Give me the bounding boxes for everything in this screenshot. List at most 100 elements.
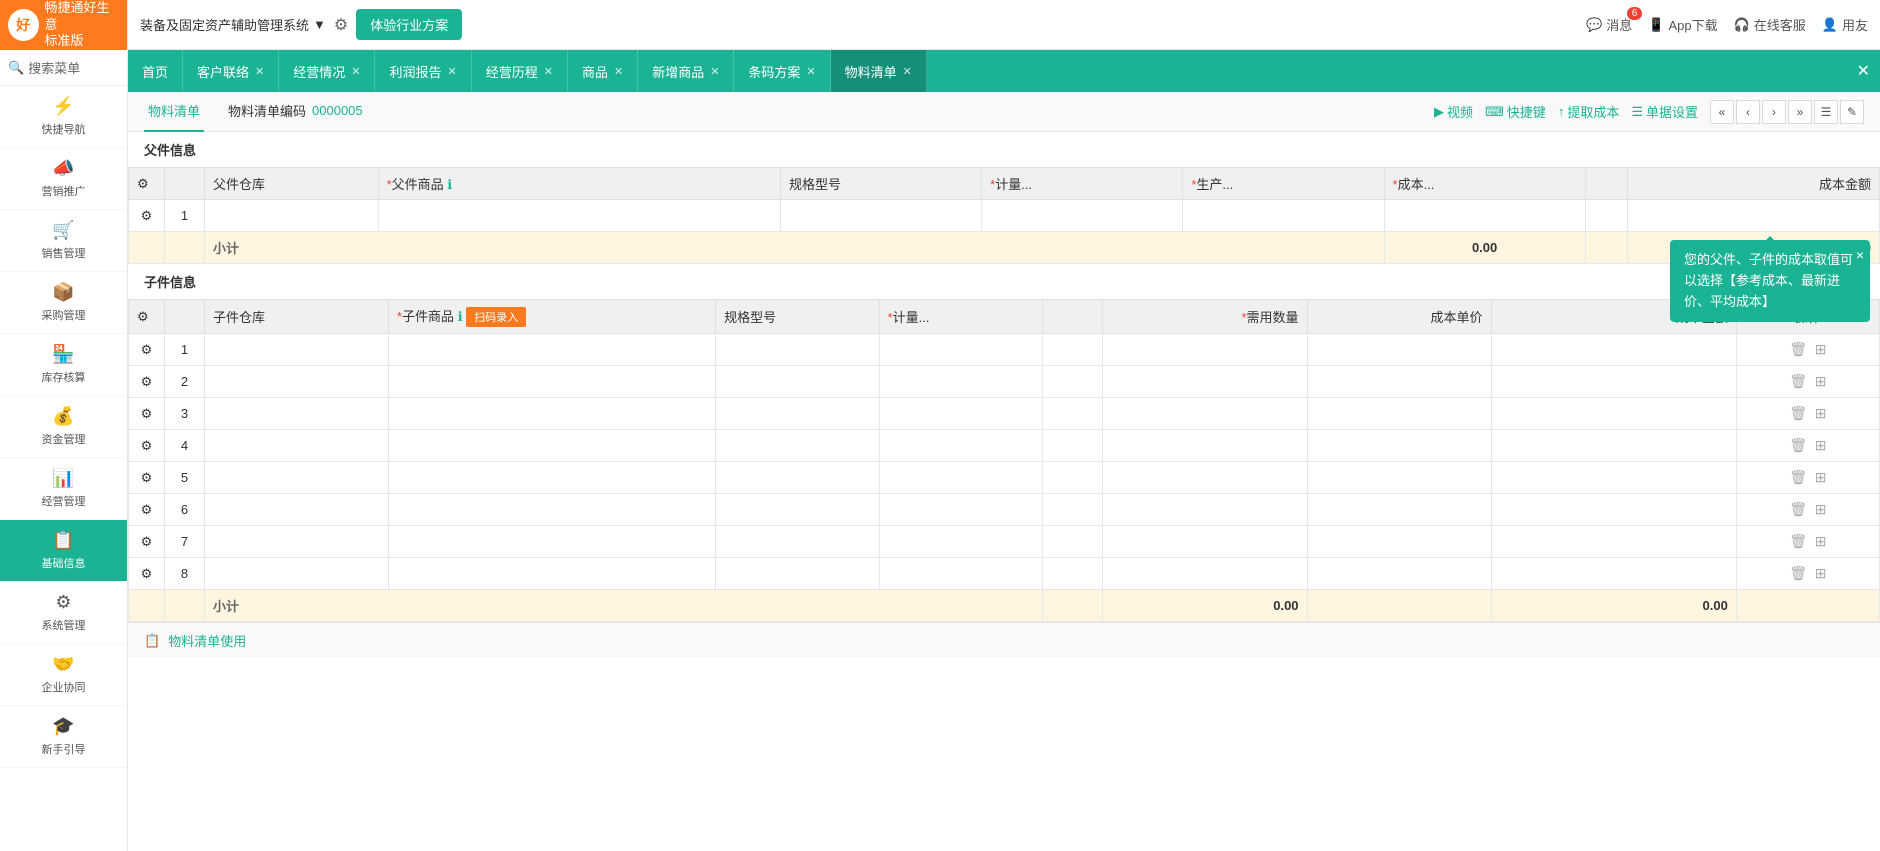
child-cell-qty-6[interactable] bbox=[1103, 494, 1307, 526]
delete-icon-7[interactable]: 🗑 bbox=[1789, 533, 1807, 549]
tab-close-icon[interactable]: ✕ bbox=[903, 65, 912, 78]
tab-home[interactable]: 首页 bbox=[128, 50, 183, 92]
video-link[interactable]: ▶ 视频 bbox=[1434, 102, 1473, 121]
message-action[interactable]: 💬 消息 6 bbox=[1586, 15, 1632, 34]
sidebar-item-basic-info[interactable]: 📋 基础信息 bbox=[0, 520, 127, 582]
child-cell-product-2[interactable] bbox=[388, 366, 715, 398]
child-cell-unit-2[interactable] bbox=[879, 366, 1043, 398]
tab-profit-report[interactable]: 利润报告 ✕ bbox=[375, 50, 471, 92]
tooltip-close-button[interactable]: × bbox=[1856, 244, 1864, 266]
tab-close-icon[interactable]: ✕ bbox=[710, 65, 719, 78]
tab-barcode[interactable]: 条码方案 ✕ bbox=[734, 50, 830, 92]
sidebar-item-operations[interactable]: 📊 经营管理 bbox=[0, 458, 127, 520]
sidebar-item-sales[interactable]: 🛒 销售管理 bbox=[0, 210, 127, 272]
delete-icon-4[interactable]: 🗑 bbox=[1789, 437, 1807, 453]
child-cell-unit-7[interactable] bbox=[879, 526, 1043, 558]
sidebar-item-purchase[interactable]: 📦 采购管理 bbox=[0, 272, 127, 334]
parent-cell-spec-1[interactable] bbox=[780, 200, 981, 232]
nav-close-button[interactable]: ✕ bbox=[1847, 50, 1880, 92]
child-cell-spec-5[interactable] bbox=[716, 462, 880, 494]
delete-icon-5[interactable]: 🗑 bbox=[1789, 469, 1807, 485]
copy-icon-6[interactable]: ⊞ bbox=[1815, 501, 1827, 517]
child-cell-spec-7[interactable] bbox=[716, 526, 880, 558]
child-cell-spec-4[interactable] bbox=[716, 430, 880, 462]
delete-icon-8[interactable]: 🗑 bbox=[1789, 565, 1807, 581]
tab-ops-history[interactable]: 经营历程 ✕ bbox=[472, 50, 568, 92]
nav-list-button[interactable]: ☰ bbox=[1814, 100, 1838, 124]
sidebar-item-quick-nav[interactable]: ⚡ 快捷导航 bbox=[0, 86, 127, 148]
delete-icon-3[interactable]: 🗑 bbox=[1789, 405, 1807, 421]
child-cell-spec-1[interactable] bbox=[716, 334, 880, 366]
tab-close-icon[interactable]: ✕ bbox=[806, 65, 815, 78]
scan-input-button[interactable]: 扫码录入 bbox=[466, 307, 526, 327]
parent-cell-unit-1[interactable] bbox=[982, 200, 1183, 232]
nav-next-button[interactable]: › bbox=[1762, 100, 1786, 124]
single-settings-link[interactable]: ☰ 单据设置 bbox=[1631, 102, 1698, 121]
trial-plan-button[interactable]: 体验行业方案 bbox=[356, 9, 462, 40]
copy-icon-4[interactable]: ⊞ bbox=[1815, 437, 1827, 453]
gear-icon[interactable]: ⚙ bbox=[334, 15, 348, 35]
child-cell-qty-3[interactable] bbox=[1103, 398, 1307, 430]
sidebar-item-system[interactable]: ⚙ 系统管理 bbox=[0, 582, 127, 644]
child-cell-product-3[interactable] bbox=[388, 398, 715, 430]
delete-icon-6[interactable]: 🗑 bbox=[1789, 501, 1807, 517]
child-cell-product-5[interactable] bbox=[388, 462, 715, 494]
parent-cell-product-1[interactable] bbox=[378, 200, 780, 232]
child-cell-spec-3[interactable] bbox=[716, 398, 880, 430]
nav-edit-button[interactable]: ✎ bbox=[1840, 100, 1864, 124]
child-cell-qty-5[interactable] bbox=[1103, 462, 1307, 494]
child-cell-warehouse-7[interactable] bbox=[205, 526, 389, 558]
parent-cell-production-1[interactable] bbox=[1183, 200, 1384, 232]
bottom-link[interactable]: 物料清单使用 bbox=[168, 631, 246, 650]
copy-icon-7[interactable]: ⊞ bbox=[1815, 533, 1827, 549]
copy-icon-2[interactable]: ⊞ bbox=[1815, 373, 1827, 389]
child-cell-unit-6[interactable] bbox=[879, 494, 1043, 526]
child-cell-spec-2[interactable] bbox=[716, 366, 880, 398]
sidebar-item-guide[interactable]: 🎓 新手引导 bbox=[0, 706, 127, 768]
extract-cost-link[interactable]: ↑ 提取成本 bbox=[1558, 102, 1620, 121]
child-cell-qty-1[interactable] bbox=[1103, 334, 1307, 366]
sidebar-item-finance[interactable]: 💰 资金管理 bbox=[0, 396, 127, 458]
sidebar-item-marketing[interactable]: 📣 营销推广 bbox=[0, 148, 127, 210]
child-cell-product-7[interactable] bbox=[388, 526, 715, 558]
tab-operations-status[interactable]: 经营情况 ✕ bbox=[279, 50, 375, 92]
child-cell-product-4[interactable] bbox=[388, 430, 715, 462]
app-download-action[interactable]: 📱 App下载 bbox=[1648, 15, 1717, 34]
tab-close-icon[interactable]: ✕ bbox=[255, 65, 264, 78]
child-cell-unit-4[interactable] bbox=[879, 430, 1043, 462]
copy-icon-3[interactable]: ⊞ bbox=[1815, 405, 1827, 421]
child-cell-warehouse-6[interactable] bbox=[205, 494, 389, 526]
tab-products[interactable]: 商品 ✕ bbox=[568, 50, 638, 92]
copy-icon-1[interactable]: ⊞ bbox=[1815, 341, 1827, 357]
page-tab-bom-list[interactable]: 物料清单 bbox=[144, 92, 204, 132]
copy-icon-8[interactable]: ⊞ bbox=[1815, 565, 1827, 581]
parent-cell-cost-1[interactable] bbox=[1384, 200, 1585, 232]
tab-close-icon[interactable]: ✕ bbox=[544, 65, 553, 78]
child-cell-unit-3[interactable] bbox=[879, 398, 1043, 430]
child-cell-qty-8[interactable] bbox=[1103, 558, 1307, 590]
tab-customers[interactable]: 客户联络 ✕ bbox=[183, 50, 279, 92]
system-title-dropdown[interactable]: 装备及固定资产辅助管理系统 ▼ bbox=[140, 15, 326, 34]
sidebar-item-enterprise[interactable]: 🤝 企业协同 bbox=[0, 644, 127, 706]
child-cell-qty-4[interactable] bbox=[1103, 430, 1307, 462]
nav-last-button[interactable]: » bbox=[1788, 100, 1812, 124]
tab-bom[interactable]: 物料清单 ✕ bbox=[831, 50, 927, 92]
child-cell-warehouse-2[interactable] bbox=[205, 366, 389, 398]
tab-new-product[interactable]: 新增商品 ✕ bbox=[638, 50, 734, 92]
child-cell-qty-2[interactable] bbox=[1103, 366, 1307, 398]
tab-close-icon[interactable]: ✕ bbox=[448, 65, 457, 78]
child-cell-spec-6[interactable] bbox=[716, 494, 880, 526]
nav-first-button[interactable]: « bbox=[1710, 100, 1734, 124]
copy-icon-5[interactable]: ⊞ bbox=[1815, 469, 1827, 485]
child-cell-unit-5[interactable] bbox=[879, 462, 1043, 494]
user-action[interactable]: 👤 用友 bbox=[1822, 15, 1868, 34]
tab-close-icon[interactable]: ✕ bbox=[351, 65, 360, 78]
delete-icon-1[interactable]: 🗑 bbox=[1789, 341, 1807, 357]
child-cell-product-8[interactable] bbox=[388, 558, 715, 590]
child-cell-warehouse-3[interactable] bbox=[205, 398, 389, 430]
online-service-action[interactable]: 🎧 在线客服 bbox=[1734, 15, 1806, 34]
sidebar-search[interactable]: 🔍 搜索菜单 bbox=[0, 50, 127, 86]
page-tab-bom-code[interactable]: 物料清单编码 0000005 bbox=[224, 92, 367, 132]
child-cell-warehouse-8[interactable] bbox=[205, 558, 389, 590]
delete-icon-2[interactable]: 🗑 bbox=[1789, 373, 1807, 389]
